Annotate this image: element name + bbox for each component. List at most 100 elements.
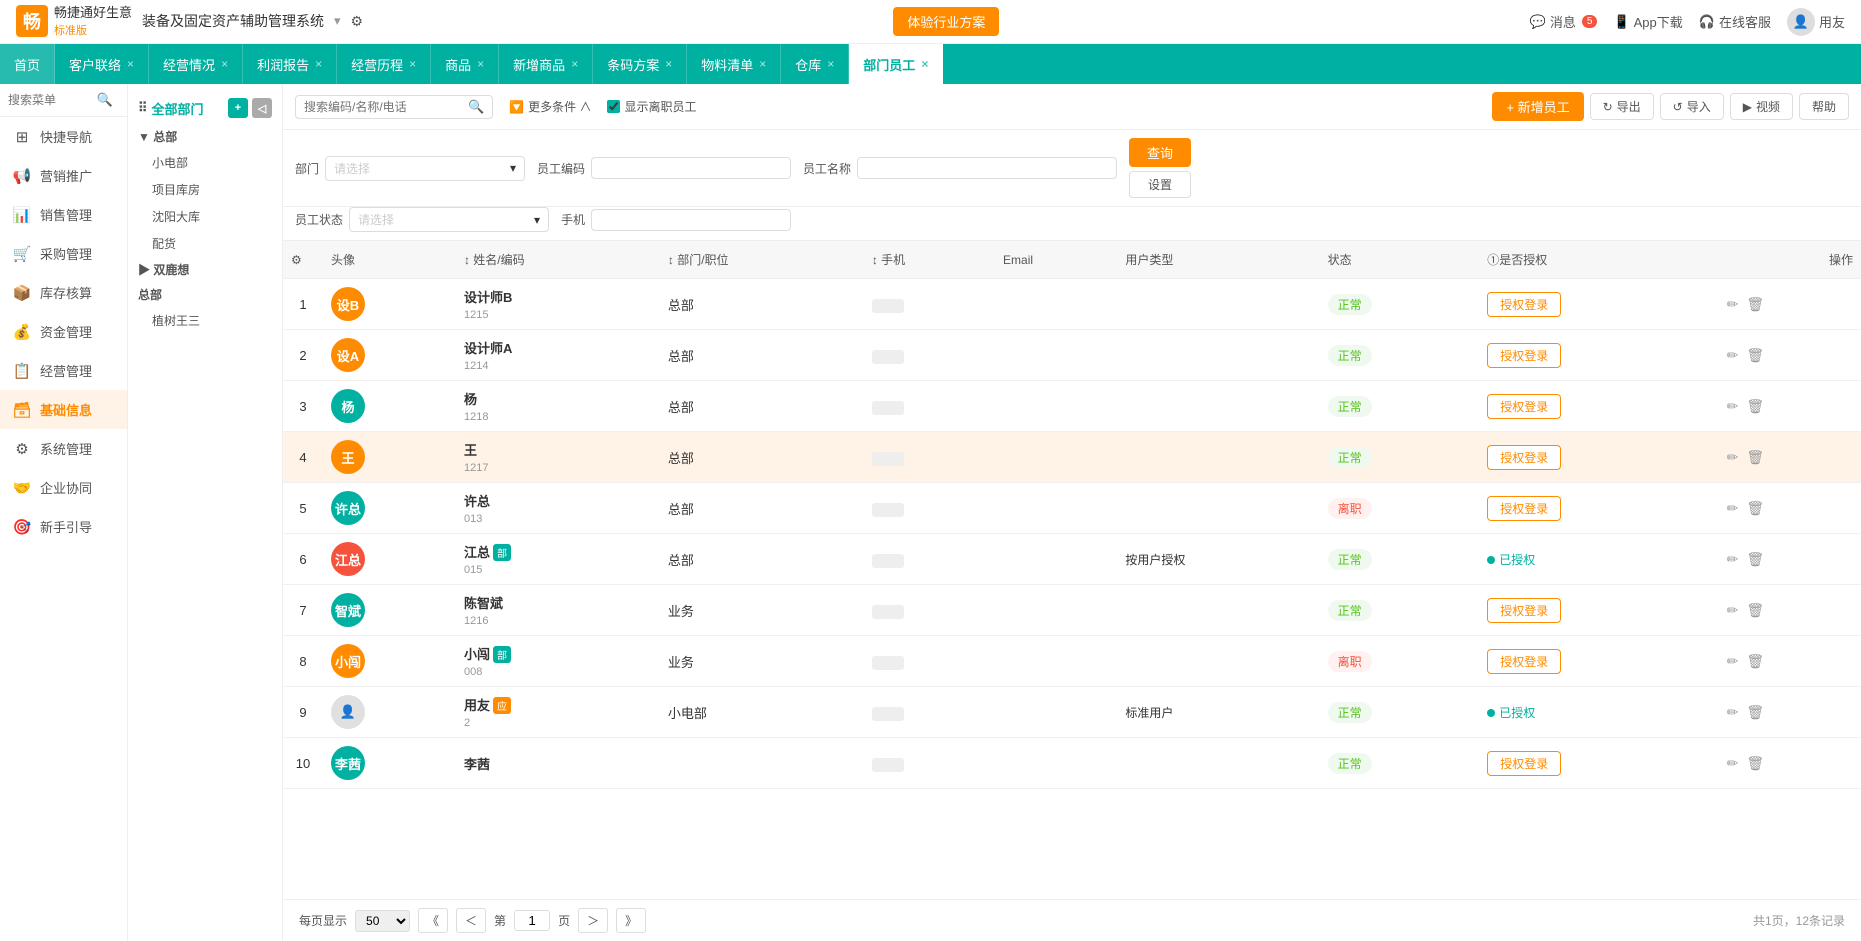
- sidebar-item-enterprise[interactable]: 🤝 企业协同: [0, 468, 127, 507]
- auth-login-button[interactable]: 授权登录: [1487, 649, 1561, 674]
- tab-profit[interactable]: 利润报告 ×: [243, 44, 337, 84]
- page-input[interactable]: [514, 910, 550, 931]
- tab-department[interactable]: 部门员工 ×: [849, 44, 943, 84]
- filter-code-input[interactable]: [591, 157, 791, 179]
- sidebar-item-basic-info[interactable]: 🗃 基础信息: [0, 390, 127, 429]
- delete-btn[interactable]: 🗑: [1746, 296, 1764, 313]
- dept-collapse-btn[interactable]: ◁: [252, 98, 272, 118]
- edit-btn[interactable]: ✏: [1727, 296, 1739, 313]
- sidebar-item-system[interactable]: ⚙ 系统管理: [0, 429, 127, 468]
- edit-btn[interactable]: ✏: [1727, 500, 1739, 517]
- auth-login-button[interactable]: 授权登录: [1487, 496, 1561, 521]
- tab-close-bom[interactable]: ×: [759, 57, 766, 71]
- dept-item-shenyang[interactable]: 沈阳大库: [128, 203, 282, 230]
- tab-close-barcode[interactable]: ×: [665, 57, 672, 71]
- row-auth[interactable]: 授权登录: [1479, 483, 1718, 534]
- search-input[interactable]: [304, 100, 464, 114]
- next-page-btn[interactable]: ＞: [578, 908, 608, 933]
- dept-item-zongbu[interactable]: 总部: [128, 282, 282, 307]
- edit-btn[interactable]: ✏: [1727, 602, 1739, 619]
- tab-home[interactable]: 首页: [0, 44, 55, 84]
- dept-item-project[interactable]: 项目库房: [128, 176, 282, 203]
- edit-btn[interactable]: ✏: [1727, 449, 1739, 466]
- row-auth[interactable]: 授权登录: [1479, 432, 1718, 483]
- dept-item-xiaodian[interactable]: 小电部: [128, 149, 282, 176]
- sidebar-item-operation[interactable]: 📋 经营管理: [0, 351, 127, 390]
- tab-operation[interactable]: 经营情况 ×: [149, 44, 243, 84]
- tab-customer[interactable]: 客户联络 ×: [55, 44, 149, 84]
- sidebar-search-input[interactable]: [8, 93, 97, 107]
- delete-btn[interactable]: 🗑: [1746, 602, 1764, 619]
- add-employee-button[interactable]: + 新增员工: [1492, 92, 1583, 121]
- row-auth[interactable]: 授权登录: [1479, 381, 1718, 432]
- view-button[interactable]: ▶视频: [1730, 93, 1793, 120]
- filter-name-input[interactable]: [857, 157, 1117, 179]
- delete-btn[interactable]: 🗑: [1746, 500, 1764, 517]
- settings-icon[interactable]: ⚙: [351, 13, 364, 30]
- edit-btn[interactable]: ✏: [1727, 755, 1739, 772]
- tab-goods[interactable]: 商品 ×: [431, 44, 499, 84]
- tab-close-new-goods[interactable]: ×: [571, 57, 578, 71]
- show-resigned-checkbox[interactable]: [607, 100, 620, 113]
- auth-login-button[interactable]: 授权登录: [1487, 445, 1561, 470]
- delete-btn[interactable]: 🗑: [1746, 449, 1764, 466]
- delete-btn[interactable]: 🗑: [1746, 398, 1764, 415]
- tab-history[interactable]: 经营历程 ×: [337, 44, 431, 84]
- dept-item-distribution[interactable]: 配货: [128, 230, 282, 257]
- delete-btn[interactable]: 🗑: [1746, 347, 1764, 364]
- dept-item-shuanglu[interactable]: ▶ 双鹿想: [128, 257, 282, 282]
- query-button[interactable]: 查询: [1129, 138, 1191, 167]
- sidebar-item-sales[interactable]: 📊 销售管理: [0, 195, 127, 234]
- app-download-item[interactable]: 📱 App下载: [1613, 12, 1682, 31]
- tab-close-customer[interactable]: ×: [127, 57, 134, 71]
- delete-btn[interactable]: 🗑: [1746, 755, 1764, 772]
- th-phone[interactable]: ↕ 手机: [864, 241, 995, 279]
- row-auth[interactable]: 授权登录: [1479, 738, 1718, 789]
- dept-all-label[interactable]: 全部部门: [152, 99, 204, 118]
- prev-page-btn[interactable]: ＜: [456, 908, 486, 933]
- tab-new-goods[interactable]: 新增商品 ×: [499, 44, 593, 84]
- auth-login-button[interactable]: 授权登录: [1487, 751, 1561, 776]
- dept-item-root[interactable]: ▼ 总部: [128, 124, 282, 149]
- dropdown-arrow-icon[interactable]: ▾: [334, 13, 341, 29]
- delete-btn[interactable]: 🗑: [1746, 704, 1764, 721]
- help-button[interactable]: 帮助: [1799, 93, 1849, 120]
- service-item[interactable]: 🎧 在线客服: [1699, 12, 1771, 31]
- tab-close-warehouse[interactable]: ×: [827, 57, 834, 71]
- row-auth[interactable]: 授权登录: [1479, 585, 1718, 636]
- sidebar-item-marketing[interactable]: 📢 营销推广: [0, 156, 127, 195]
- tab-close-goods[interactable]: ×: [477, 57, 484, 71]
- trial-button[interactable]: 体验行业方案: [893, 7, 999, 36]
- dept-add-btn[interactable]: +: [228, 98, 248, 118]
- tab-close-history[interactable]: ×: [409, 57, 416, 71]
- tab-barcode[interactable]: 条码方案 ×: [593, 44, 687, 84]
- auth-login-button[interactable]: 授权登录: [1487, 598, 1561, 623]
- tab-warehouse[interactable]: 仓库 ×: [781, 44, 849, 84]
- more-filter-btn[interactable]: 🔽 更多条件 ∧: [501, 95, 599, 118]
- th-name-code[interactable]: ↕ 姓名/编码: [456, 241, 660, 279]
- filter-phone-input[interactable]: [591, 209, 791, 231]
- auth-login-button[interactable]: 授权登录: [1487, 292, 1561, 317]
- edit-btn[interactable]: ✏: [1727, 347, 1739, 364]
- row-auth[interactable]: 授权登录: [1479, 330, 1718, 381]
- filter-status-select[interactable]: 请选择 ▾: [349, 207, 549, 232]
- import-button[interactable]: ↺导入: [1660, 93, 1724, 120]
- row-auth[interactable]: 授权登录: [1479, 279, 1718, 330]
- delete-btn[interactable]: 🗑: [1746, 551, 1764, 568]
- sidebar-item-inventory[interactable]: 📦 库存核算: [0, 273, 127, 312]
- export-button[interactable]: ↻导出: [1590, 93, 1654, 120]
- row-auth[interactable]: 授权登录: [1479, 636, 1718, 687]
- tab-bom[interactable]: 物料清单 ×: [687, 44, 781, 84]
- tab-close-operation[interactable]: ×: [221, 57, 228, 71]
- dept-item-zhishu[interactable]: 植树王三: [128, 307, 282, 334]
- auth-login-button[interactable]: 授权登录: [1487, 394, 1561, 419]
- edit-btn[interactable]: ✏: [1727, 398, 1739, 415]
- sidebar-item-purchase[interactable]: 🛒 采购管理: [0, 234, 127, 273]
- edit-btn[interactable]: ✏: [1727, 653, 1739, 670]
- tab-close-department[interactable]: ×: [921, 57, 928, 71]
- message-item[interactable]: 💬 消息 5: [1530, 12, 1598, 31]
- sidebar-item-quick-nav[interactable]: ⊞ 快捷导航: [0, 117, 127, 156]
- first-page-btn[interactable]: 《: [418, 908, 448, 933]
- th-settings[interactable]: ⚙: [283, 241, 323, 279]
- filter-dept-select[interactable]: 请选择 ▾: [325, 156, 525, 181]
